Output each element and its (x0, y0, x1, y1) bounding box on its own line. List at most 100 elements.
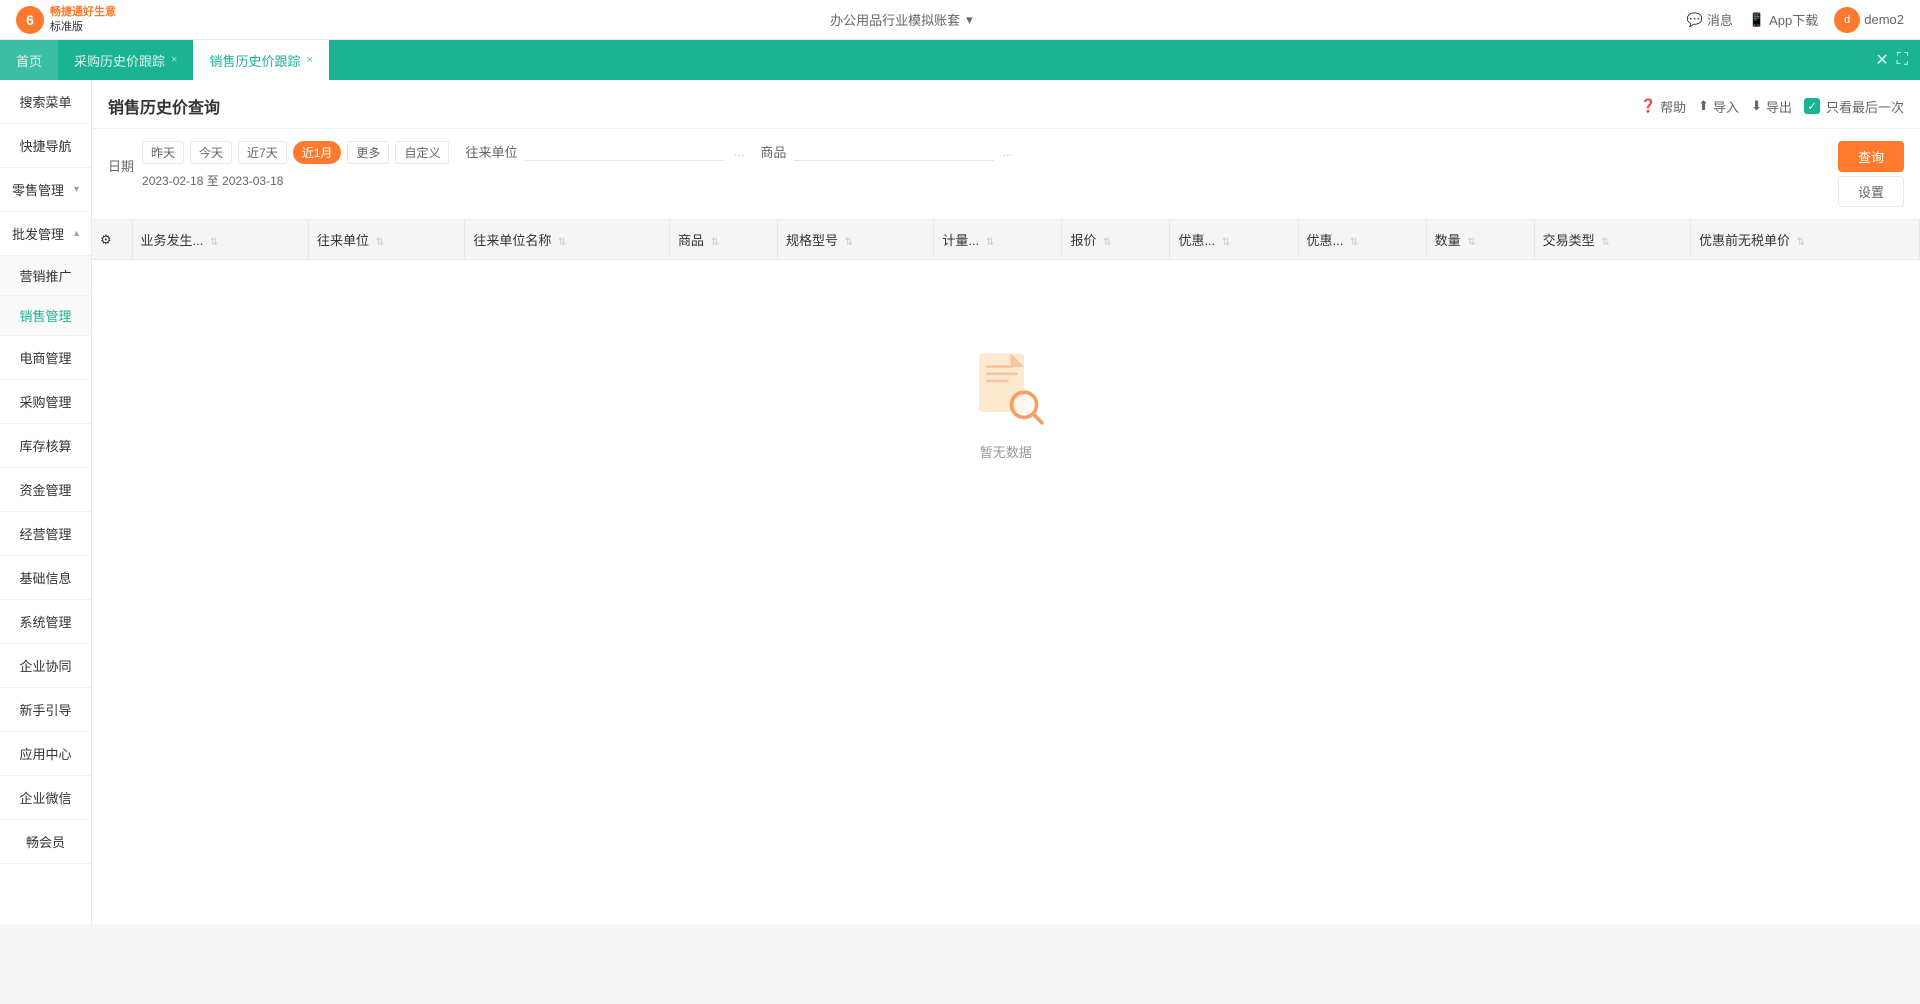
app-selector-area[interactable]: 办公用品行业模拟账套 ▾ (830, 10, 973, 29)
sidebar-item-basic-info[interactable]: 基础信息 (0, 556, 91, 600)
sidebar-item-finance-mgmt[interactable]: 资金管理 (0, 468, 91, 512)
sidebar-item-retail-mgmt[interactable]: 零售管理 ▾ (0, 168, 91, 212)
help-btn[interactable]: ❓ 帮助 (1640, 97, 1686, 116)
col-counterparty-name[interactable]: 往来单位名称 ⇅ (465, 220, 670, 260)
date-btn-more[interactable]: 更多 (347, 141, 389, 164)
sidebar-item-operations-mgmt[interactable]: 经营管理 (0, 512, 91, 556)
export-label: 导出 (1766, 97, 1792, 116)
tab-purchase-history[interactable]: 采购历史价跟踪 × (58, 40, 193, 80)
sidebar-item-search-menu[interactable]: 搜索菜单 (0, 80, 91, 124)
col-quote[interactable]: 报价 ⇅ (1062, 220, 1170, 260)
query-button[interactable]: 查询 (1838, 141, 1904, 172)
empty-state-row: 暂无数据 (92, 260, 1920, 542)
logo-text: 畅捷通好生意 标准版 (50, 5, 116, 34)
import-label: 导入 (1713, 97, 1739, 116)
app-download-btn[interactable]: 📱 App下载 (1749, 10, 1818, 29)
settings-button[interactable]: 设置 (1838, 176, 1904, 207)
table-body: 暂无数据 (92, 260, 1920, 542)
product-input[interactable] (794, 141, 994, 161)
only-last-area[interactable]: 只看最后一次 (1804, 97, 1904, 116)
sidebar-item-enterprise-wechat[interactable]: 企业微信 (0, 776, 91, 820)
unit-sort-icon: ⇅ (986, 237, 994, 248)
trade-type-sort-icon: ⇅ (1601, 237, 1609, 248)
page-header: 销售历史价查询 ❓ 帮助 ⬆ 导入 ⬇ 导出 只看最后一次 (92, 80, 1920, 129)
user-area[interactable]: d demo2 (1834, 7, 1904, 33)
table-container: ⚙ 业务发生... ⇅ 往来单位 ⇅ 往来单位名称 ⇅ (92, 220, 1920, 541)
counterparty-input[interactable] (525, 141, 725, 161)
counterparty-filter-label: 往来单位 (465, 142, 517, 161)
empty-state: 暂无数据 (92, 260, 1920, 541)
tab-sales-history[interactable]: 销售历史价跟踪 × (193, 40, 328, 80)
col-biz-date[interactable]: 业务发生... ⇅ (132, 220, 308, 260)
tab-close-all-btn[interactable]: ✕ (1875, 50, 1888, 70)
sidebar-item-wholesale-mgmt[interactable]: 批发管理 ▴ (0, 212, 91, 256)
top-bar-right: 💬 消息 📱 App下载 d demo2 (1687, 7, 1904, 33)
sidebar-item-quick-nav[interactable]: 快捷导航 (0, 124, 91, 168)
data-table: ⚙ 业务发生... ⇅ 往来单位 ⇅ 往来单位名称 ⇅ (92, 220, 1920, 541)
quantity-sort-icon: ⇅ (1467, 237, 1475, 248)
export-btn[interactable]: ⬇ 导出 (1751, 97, 1792, 116)
col-pretax-price[interactable]: 优惠前无税单价 ⇅ (1690, 220, 1919, 260)
user-name: demo2 (1864, 12, 1904, 27)
wholesale-arrow-icon: ▴ (74, 228, 79, 239)
filter-bar: 日期 昨天 今天 近7天 近1月 更多 自定义 2023-02-18 至 202… (92, 129, 1920, 220)
col-discount1[interactable]: 优惠... ⇅ (1170, 220, 1298, 260)
app-selector-arrow: ▾ (966, 12, 973, 28)
counterparty-sort-icon: ⇅ (376, 237, 384, 248)
sidebar-item-new-guide[interactable]: 新手引导 (0, 688, 91, 732)
sidebar-item-system-mgmt[interactable]: 系统管理 (0, 600, 91, 644)
col-product[interactable]: 商品 ⇅ (670, 220, 778, 260)
counterparty-dots: ... (733, 144, 744, 159)
table-settings-icon[interactable]: ⚙ (100, 232, 112, 247)
tab-bar: 首页 采购历史价跟踪 × 销售历史价跟踪 × ✕ ⛶ (0, 40, 1920, 80)
sidebar-item-enterprise-collab[interactable]: 企业协同 (0, 644, 91, 688)
date-btn-today[interactable]: 今天 (190, 141, 232, 164)
import-btn[interactable]: ⬆ 导入 (1698, 97, 1739, 116)
sidebar-item-inventory[interactable]: 库存核算 (0, 424, 91, 468)
logo-line1: 畅捷通好生意 (50, 5, 116, 19)
only-last-checkbox[interactable] (1804, 98, 1820, 114)
empty-state-text: 暂无数据 (980, 442, 1032, 461)
col-quantity[interactable]: 数量 ⇅ (1426, 220, 1534, 260)
date-btn-custom[interactable]: 自定义 (395, 141, 449, 164)
biz-date-sort-icon: ⇅ (210, 237, 218, 248)
col-trade-type[interactable]: 交易类型 ⇅ (1534, 220, 1690, 260)
date-btn-yesterday[interactable]: 昨天 (142, 141, 184, 164)
product-filter-group: 商品 ... (760, 141, 1013, 161)
app-download-icon: 📱 (1749, 12, 1765, 28)
app-download-label: App下载 (1769, 10, 1818, 29)
sidebar-item-vip-member[interactable]: 畅会员 (0, 820, 91, 864)
only-last-label: 只看最后一次 (1826, 97, 1904, 116)
sidebar-item-sales-mgmt[interactable]: 销售管理 (0, 296, 91, 336)
retail-arrow-icon: ▾ (74, 184, 79, 195)
date-range-display: 2023-02-18 至 2023-03-18 (142, 172, 449, 189)
tab-purchase-history-close[interactable]: × (171, 54, 177, 66)
tab-sales-history-close[interactable]: × (306, 54, 312, 66)
empty-state-illustration (961, 340, 1051, 430)
tab-maximize-btn[interactable]: ⛶ (1897, 51, 1908, 69)
sidebar-item-ecommerce-mgmt[interactable]: 电商管理 (0, 336, 91, 380)
col-settings[interactable]: ⚙ (92, 220, 132, 260)
top-bar-left: 6 畅捷通好生意 标准版 (16, 5, 116, 34)
message-btn[interactable]: 💬 消息 (1687, 10, 1733, 29)
page-title: 销售历史价查询 (108, 94, 220, 118)
sidebar-item-purchase-mgmt[interactable]: 采购管理 (0, 380, 91, 424)
export-icon: ⬇ (1751, 98, 1762, 114)
product-sort-icon: ⇅ (711, 237, 719, 248)
counterparty-filter-group: 往来单位 ... (465, 141, 744, 161)
sidebar: 搜索菜单 快捷导航 零售管理 ▾ 批发管理 ▴ 营销推广 销售管理 电商管理 采… (0, 80, 92, 924)
tab-purchase-history-label: 采购历史价跟踪 (74, 51, 165, 70)
col-spec[interactable]: 规格型号 ⇅ (778, 220, 934, 260)
sidebar-item-marketing[interactable]: 营销推广 (0, 256, 91, 296)
sidebar-item-app-center[interactable]: 应用中心 (0, 732, 91, 776)
col-unit[interactable]: 计量... ⇅ (934, 220, 1062, 260)
tab-home[interactable]: 首页 (0, 40, 58, 80)
date-filter-label: 日期 (108, 156, 134, 175)
date-btn-7days[interactable]: 近7天 (238, 141, 287, 164)
date-btn-1month[interactable]: 近1月 (293, 141, 342, 164)
col-counterparty[interactable]: 往来单位 ⇅ (308, 220, 464, 260)
avatar: d (1834, 7, 1860, 33)
col-discount2[interactable]: 优惠... ⇅ (1298, 220, 1426, 260)
date-filter-group: 日期 昨天 今天 近7天 近1月 更多 自定义 2023-02-18 至 202… (108, 141, 449, 189)
table-header: ⚙ 业务发生... ⇅ 往来单位 ⇅ 往来单位名称 ⇅ (92, 220, 1920, 260)
